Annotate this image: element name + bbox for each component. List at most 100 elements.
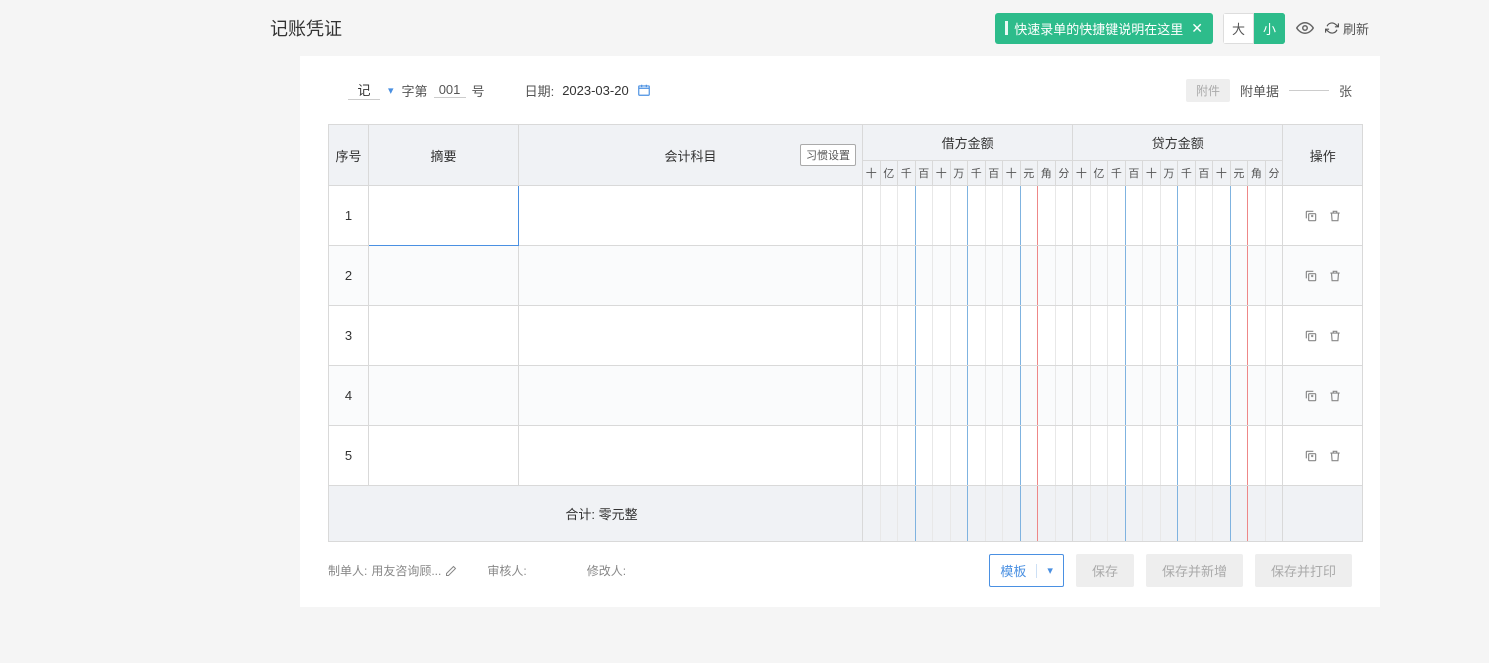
- digit-header: 分: [1055, 161, 1073, 186]
- size-large-button[interactable]: 大: [1223, 13, 1254, 44]
- auditor-label: 审核人:: [487, 564, 526, 578]
- row-index: 5: [329, 426, 369, 486]
- word-label: 字第: [402, 81, 428, 100]
- debit-cell[interactable]: [863, 246, 1073, 306]
- attach-button[interactable]: 附件: [1186, 79, 1230, 102]
- debit-cell[interactable]: [863, 186, 1073, 246]
- topbar: 记账凭证 快速录单的快捷键说明在这里 ✕ 大 小 刷新: [40, 0, 1449, 56]
- digit-header: 十: [1213, 161, 1231, 186]
- copy-icon[interactable]: [1304, 269, 1318, 283]
- table-row: 4: [329, 366, 1363, 426]
- digit-header: 十: [1003, 161, 1021, 186]
- digit-header: 亿: [1090, 161, 1108, 186]
- summary-cell[interactable]: [369, 306, 519, 366]
- credit-cell[interactable]: [1073, 426, 1283, 486]
- digit-header: 千: [898, 161, 916, 186]
- save-print-button[interactable]: 保存并打印: [1255, 554, 1352, 587]
- digit-header: 亿: [880, 161, 898, 186]
- meta-row: 记 ▾ 字第 001 号 日期: 2023-03-20 附件 附单据 张: [328, 80, 1352, 100]
- subject-cell[interactable]: [519, 366, 863, 426]
- modifier-label: 修改人:: [587, 564, 626, 578]
- total-action: [1283, 486, 1363, 542]
- summary-cell[interactable]: [369, 426, 519, 486]
- summary-input[interactable]: [369, 186, 518, 245]
- voucher-table: 序号 摘要 会计科目 习惯设置 借方金额 贷方金额 操作 十亿千百十万千百十元角…: [328, 124, 1363, 542]
- delete-icon[interactable]: [1328, 389, 1342, 403]
- copy-icon[interactable]: [1304, 209, 1318, 223]
- subject-cell[interactable]: [519, 246, 863, 306]
- subject-cell[interactable]: [519, 426, 863, 486]
- action-cell: [1283, 306, 1363, 366]
- maker-name: 用友咨询顾...: [371, 562, 441, 579]
- debit-cell[interactable]: [863, 306, 1073, 366]
- subject-cell[interactable]: [519, 186, 863, 246]
- refresh-label: 刷新: [1343, 19, 1369, 38]
- summary-cell[interactable]: [369, 186, 519, 246]
- digit-header: 十: [1073, 161, 1091, 186]
- row-index: 4: [329, 366, 369, 426]
- digit-header: 元: [1230, 161, 1248, 186]
- action-cell: [1283, 246, 1363, 306]
- delete-icon[interactable]: [1328, 329, 1342, 343]
- table-row: 3: [329, 306, 1363, 366]
- summary-input[interactable]: [369, 246, 518, 305]
- delete-icon[interactable]: [1328, 269, 1342, 283]
- th-subject: 会计科目 习惯设置: [519, 125, 863, 186]
- copy-icon[interactable]: [1304, 389, 1318, 403]
- date-value[interactable]: 2023-03-20: [562, 83, 629, 98]
- digit-header: 万: [1160, 161, 1178, 186]
- size-toggle: 大 小: [1223, 13, 1285, 44]
- digit-header: 千: [1178, 161, 1196, 186]
- credit-cell[interactable]: [1073, 306, 1283, 366]
- summary-cell[interactable]: [369, 246, 519, 306]
- attach-doc-label: 附单据: [1240, 81, 1279, 100]
- summary-input[interactable]: [369, 306, 518, 365]
- tip-banner: 快速录单的快捷键说明在这里 ✕: [995, 13, 1213, 44]
- delete-icon[interactable]: [1328, 449, 1342, 463]
- chevron-down-icon[interactable]: ▾: [388, 84, 394, 97]
- summary-input[interactable]: [369, 426, 518, 485]
- digit-header: 万: [950, 161, 968, 186]
- summary-input[interactable]: [369, 366, 518, 425]
- summary-cell[interactable]: [369, 366, 519, 426]
- credit-cell[interactable]: [1073, 246, 1283, 306]
- digit-header: 百: [1195, 161, 1213, 186]
- voucher-no-input[interactable]: 001: [434, 82, 466, 98]
- action-cell: [1283, 186, 1363, 246]
- close-icon[interactable]: ✕: [1191, 20, 1203, 37]
- size-small-button[interactable]: 小: [1254, 13, 1285, 44]
- copy-icon[interactable]: [1304, 449, 1318, 463]
- attach-count-input[interactable]: [1289, 90, 1329, 91]
- row-index: 2: [329, 246, 369, 306]
- delete-icon[interactable]: [1328, 209, 1342, 223]
- total-debit: [863, 486, 1073, 542]
- table-row: 2: [329, 246, 1363, 306]
- digit-header: 分: [1265, 161, 1283, 186]
- th-index: 序号: [329, 125, 369, 186]
- copy-icon[interactable]: [1304, 329, 1318, 343]
- tip-text: 快速录单的快捷键说明在这里: [1014, 19, 1183, 38]
- footer: 制单人: 用友咨询顾... 审核人: 修改人: 模板 ▾ 保: [328, 562, 1352, 579]
- row-index: 3: [329, 306, 369, 366]
- total-label: 合计: 零元整: [329, 486, 863, 542]
- save-button[interactable]: 保存: [1076, 554, 1134, 587]
- credit-cell[interactable]: [1073, 186, 1283, 246]
- credit-cell[interactable]: [1073, 366, 1283, 426]
- table-row: 5: [329, 426, 1363, 486]
- calendar-icon[interactable]: [637, 83, 651, 97]
- subject-cell[interactable]: [519, 306, 863, 366]
- debit-cell[interactable]: [863, 366, 1073, 426]
- digit-header: 百: [985, 161, 1003, 186]
- debit-cell[interactable]: [863, 426, 1073, 486]
- habit-settings-button[interactable]: 习惯设置: [800, 144, 856, 166]
- template-button[interactable]: 模板 ▾: [989, 554, 1064, 587]
- sheet-suffix: 张: [1339, 81, 1352, 100]
- eye-icon[interactable]: [1295, 18, 1315, 38]
- th-summary: 摘要: [369, 125, 519, 186]
- voucher-type-select[interactable]: 记: [348, 80, 380, 100]
- edit-icon[interactable]: [445, 565, 457, 577]
- total-credit: [1073, 486, 1283, 542]
- save-new-button[interactable]: 保存并新增: [1146, 554, 1243, 587]
- digit-header: 十: [863, 161, 881, 186]
- refresh-button[interactable]: 刷新: [1325, 19, 1369, 38]
